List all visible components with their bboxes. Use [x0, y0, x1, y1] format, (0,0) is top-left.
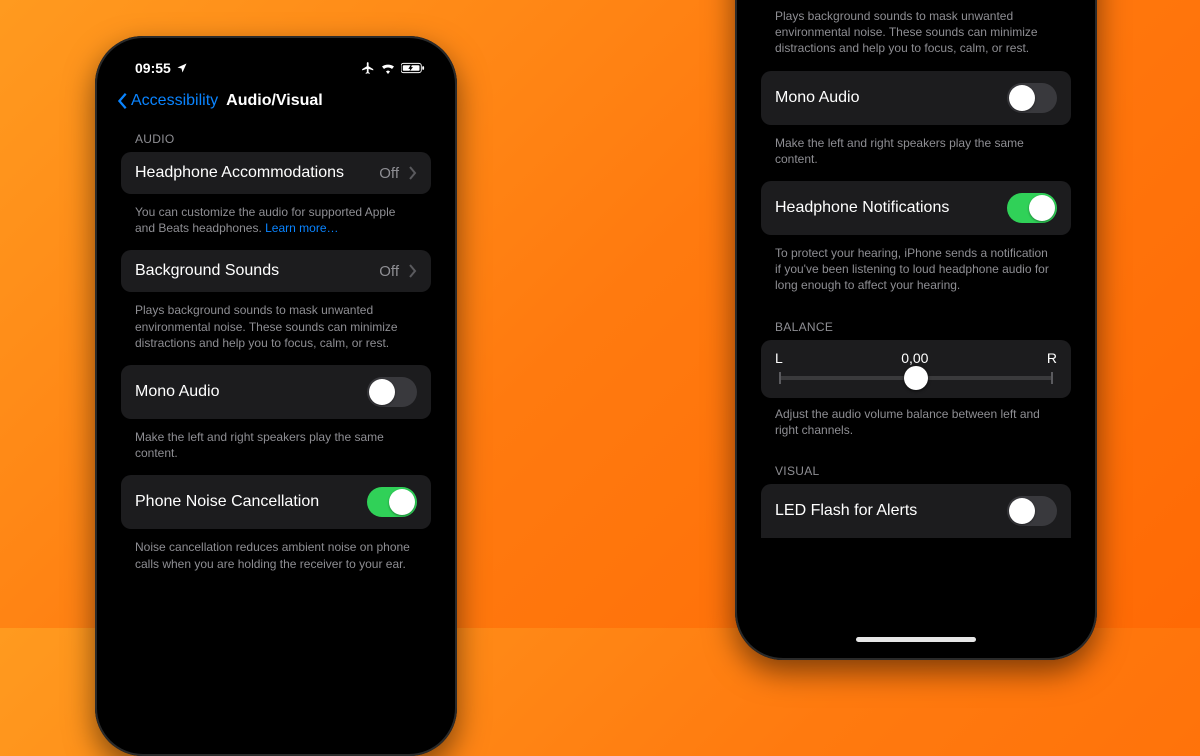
mono-audio-desc: Make the left and right speakers play th… [747, 135, 1085, 181]
phone-noise-cancellation-desc: Noise cancellation reduces ambient noise… [107, 539, 445, 585]
airplane-icon [361, 61, 375, 75]
row-label: Headphone Notifications [775, 199, 949, 217]
mono-audio-desc: Make the left and right speakers play th… [107, 429, 445, 475]
chevron-right-icon [409, 166, 417, 180]
phone-mockup-right: Plays background sounds to mask unwanted… [735, 0, 1097, 660]
phone-noise-cancellation-row[interactable]: Phone Noise Cancellation [121, 475, 431, 529]
screen-right: Plays background sounds to mask unwanted… [747, 0, 1085, 648]
back-label: Accessibility [131, 92, 218, 110]
home-indicator[interactable] [856, 637, 976, 642]
headphone-accommodations-row[interactable]: Headphone Accommodations Off [121, 152, 431, 194]
balance-slider-thumb[interactable] [904, 366, 928, 390]
row-label: Mono Audio [775, 89, 860, 107]
row-label: Headphone Accommodations [135, 164, 344, 182]
balance-desc: Adjust the audio volume balance between … [747, 406, 1085, 452]
headphone-notifications-row[interactable]: Headphone Notifications [761, 181, 1071, 235]
phone-noise-cancellation-toggle[interactable] [367, 487, 417, 517]
led-flash-toggle[interactable] [1007, 496, 1057, 526]
section-header-audio: AUDIO [107, 120, 445, 152]
background-sounds-desc: Plays background sounds to mask unwanted… [107, 302, 445, 365]
notch [196, 48, 356, 74]
led-flash-row[interactable]: LED Flash for Alerts [761, 484, 1071, 538]
row-label: Phone Noise Cancellation [135, 493, 319, 511]
chevron-left-icon [117, 92, 129, 110]
row-value: Off [379, 263, 399, 280]
row-label: Mono Audio [135, 383, 220, 401]
background-sounds-row[interactable]: Background Sounds Off [121, 250, 431, 292]
row-value: Off [379, 165, 399, 182]
status-time: 09:55 [135, 60, 171, 76]
back-button[interactable]: Accessibility [117, 92, 218, 110]
location-icon [176, 62, 188, 74]
nav-bar: Accessibility Audio/Visual [107, 88, 445, 120]
background-sounds-desc: Plays background sounds to mask unwanted… [747, 8, 1085, 71]
headphone-accommodations-desc: You can customize the audio for supporte… [107, 204, 445, 250]
chevron-right-icon [409, 264, 417, 278]
mono-audio-row[interactable]: Mono Audio [121, 365, 431, 419]
learn-more-link[interactable]: Learn more… [265, 221, 338, 235]
battery-charging-icon [401, 62, 425, 74]
phone-mockup-left: 09:55 Accessibility Audio/Visual AUDIO H… [95, 36, 457, 756]
wifi-icon [380, 62, 396, 74]
balance-value: 0,00 [901, 350, 928, 366]
row-label: LED Flash for Alerts [775, 502, 917, 520]
balance-slider[interactable] [779, 376, 1053, 380]
row-label: Background Sounds [135, 262, 279, 280]
headphone-notifications-desc: To protect your hearing, iPhone sends a … [747, 245, 1085, 308]
mono-audio-row[interactable]: Mono Audio [761, 71, 1071, 125]
screen-left: 09:55 Accessibility Audio/Visual AUDIO H… [107, 48, 445, 744]
balance-left-label: L [775, 350, 783, 366]
mono-audio-toggle[interactable] [367, 377, 417, 407]
section-header-visual: VISUAL [747, 452, 1085, 484]
headphone-notifications-toggle[interactable] [1007, 193, 1057, 223]
page-title: Audio/Visual [226, 92, 323, 110]
mono-audio-toggle[interactable] [1007, 83, 1057, 113]
section-header-balance: BALANCE [747, 308, 1085, 340]
balance-slider-block: L 0,00 R [761, 340, 1071, 398]
balance-right-label: R [1047, 350, 1057, 366]
